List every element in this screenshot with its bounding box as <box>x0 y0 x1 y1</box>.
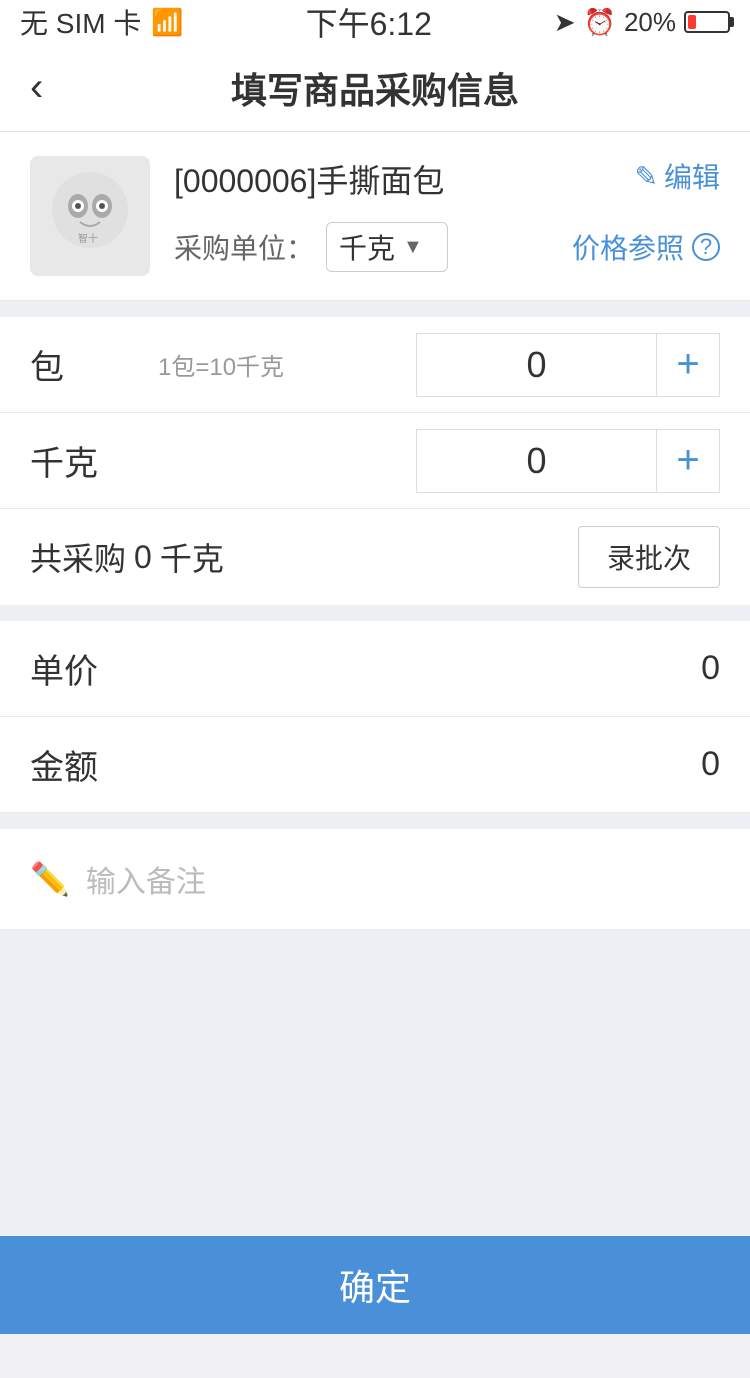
status-right: ➤ ⏰ 20% <box>554 7 730 38</box>
section-divider-3 <box>0 813 750 829</box>
kg-label: 千克 <box>30 436 150 485</box>
section-divider-2 <box>0 605 750 621</box>
product-info: [0000006]手撕面包 ✎ 编辑 采购单位： 千克 ▼ 价格参照 ? <box>174 156 720 272</box>
product-logo: 智十 <box>50 170 130 262</box>
status-left: 无 SIM 卡 📶 <box>20 2 184 42</box>
unit-select[interactable]: 千克 ▼ <box>326 222 448 272</box>
sim-label: 无 SIM 卡 <box>20 2 141 42</box>
unit-price-value: 0 <box>701 649 720 688</box>
pencil-icon: ✏️ <box>30 860 70 898</box>
summary-row: 共采购 0 千克 录批次 <box>0 509 750 605</box>
product-unit-row: 采购单位： 千克 ▼ 价格参照 ? <box>174 222 720 272</box>
amount-value: 0 <box>701 745 720 784</box>
price-section: 单价 0 金额 0 <box>0 621 750 813</box>
input-section: 包 1包=10千克 + 千克 + <box>0 317 750 509</box>
svg-text:智十: 智十 <box>78 232 98 245</box>
wifi-icon: 📶 <box>151 7 183 38</box>
back-button[interactable]: ‹ <box>30 65 90 110</box>
price-ref-label: 价格参照 <box>572 227 684 267</box>
summary-prefix: 共采购 <box>30 534 126 580</box>
remark-section[interactable]: ✏️ 输入备注 <box>0 829 750 930</box>
nav-bar: ‹ 填写商品采购信息 <box>0 44 750 132</box>
edit-label: 编辑 <box>664 156 720 196</box>
content-area <box>0 930 750 1280</box>
status-bar: 无 SIM 卡 📶 下午6:12 ➤ ⏰ 20% <box>0 0 750 44</box>
product-image: 智十 <box>30 156 150 276</box>
pack-label: 包 <box>30 340 150 389</box>
unit-price-row: 单价 0 <box>0 621 750 717</box>
pack-input-row: 包 1包=10千克 + <box>0 317 750 413</box>
section-divider-1 <box>0 301 750 317</box>
battery-percent: 20% <box>624 7 676 38</box>
pack-sublabel: 1包=10千克 <box>158 347 284 382</box>
unit-price-label: 单价 <box>30 644 98 693</box>
pack-input-right: + <box>416 333 720 397</box>
confirm-button[interactable]: 确定 <box>0 1236 750 1334</box>
amount-row: 金额 0 <box>0 717 750 813</box>
edit-button[interactable]: ✎ 编辑 <box>635 156 720 196</box>
summary-section: 共采购 0 千克 录批次 <box>0 509 750 605</box>
product-name-row: [0000006]手撕面包 ✎ 编辑 <box>174 156 720 202</box>
remark-placeholder: 输入备注 <box>86 857 206 901</box>
unit-label: 采购单位： <box>174 227 314 267</box>
pack-quantity-input[interactable] <box>416 333 656 397</box>
kg-quantity-input[interactable] <box>416 429 656 493</box>
kg-input-right: + <box>416 429 720 493</box>
direction-icon: ➤ <box>554 7 576 38</box>
summary-quantity: 0 <box>134 539 152 576</box>
pack-plus-button[interactable]: + <box>656 333 720 397</box>
product-card: 智十 [0000006]手撕面包 ✎ 编辑 采购单位： 千克 ▼ <box>0 132 750 301</box>
kg-input-row: 千克 + <box>0 413 750 509</box>
unit-select-value: 千克 <box>339 227 395 267</box>
price-ref-button[interactable]: 价格参照 ? <box>572 227 720 267</box>
battery-icon <box>684 11 730 33</box>
chevron-down-icon: ▼ <box>403 236 423 259</box>
alarm-icon: ⏰ <box>584 7 616 38</box>
amount-label: 金额 <box>30 740 98 789</box>
product-name: [0000006]手撕面包 <box>174 156 635 202</box>
price-ref-help-icon: ? <box>692 233 720 261</box>
battery-fill <box>688 15 696 29</box>
status-time: 下午6:12 <box>306 0 432 45</box>
kg-plus-button[interactable]: + <box>656 429 720 493</box>
batch-button[interactable]: 录批次 <box>578 526 720 588</box>
summary-unit: 千克 <box>160 534 224 580</box>
edit-icon: ✎ <box>635 160 658 193</box>
page-title: 填写商品采购信息 <box>231 62 519 114</box>
